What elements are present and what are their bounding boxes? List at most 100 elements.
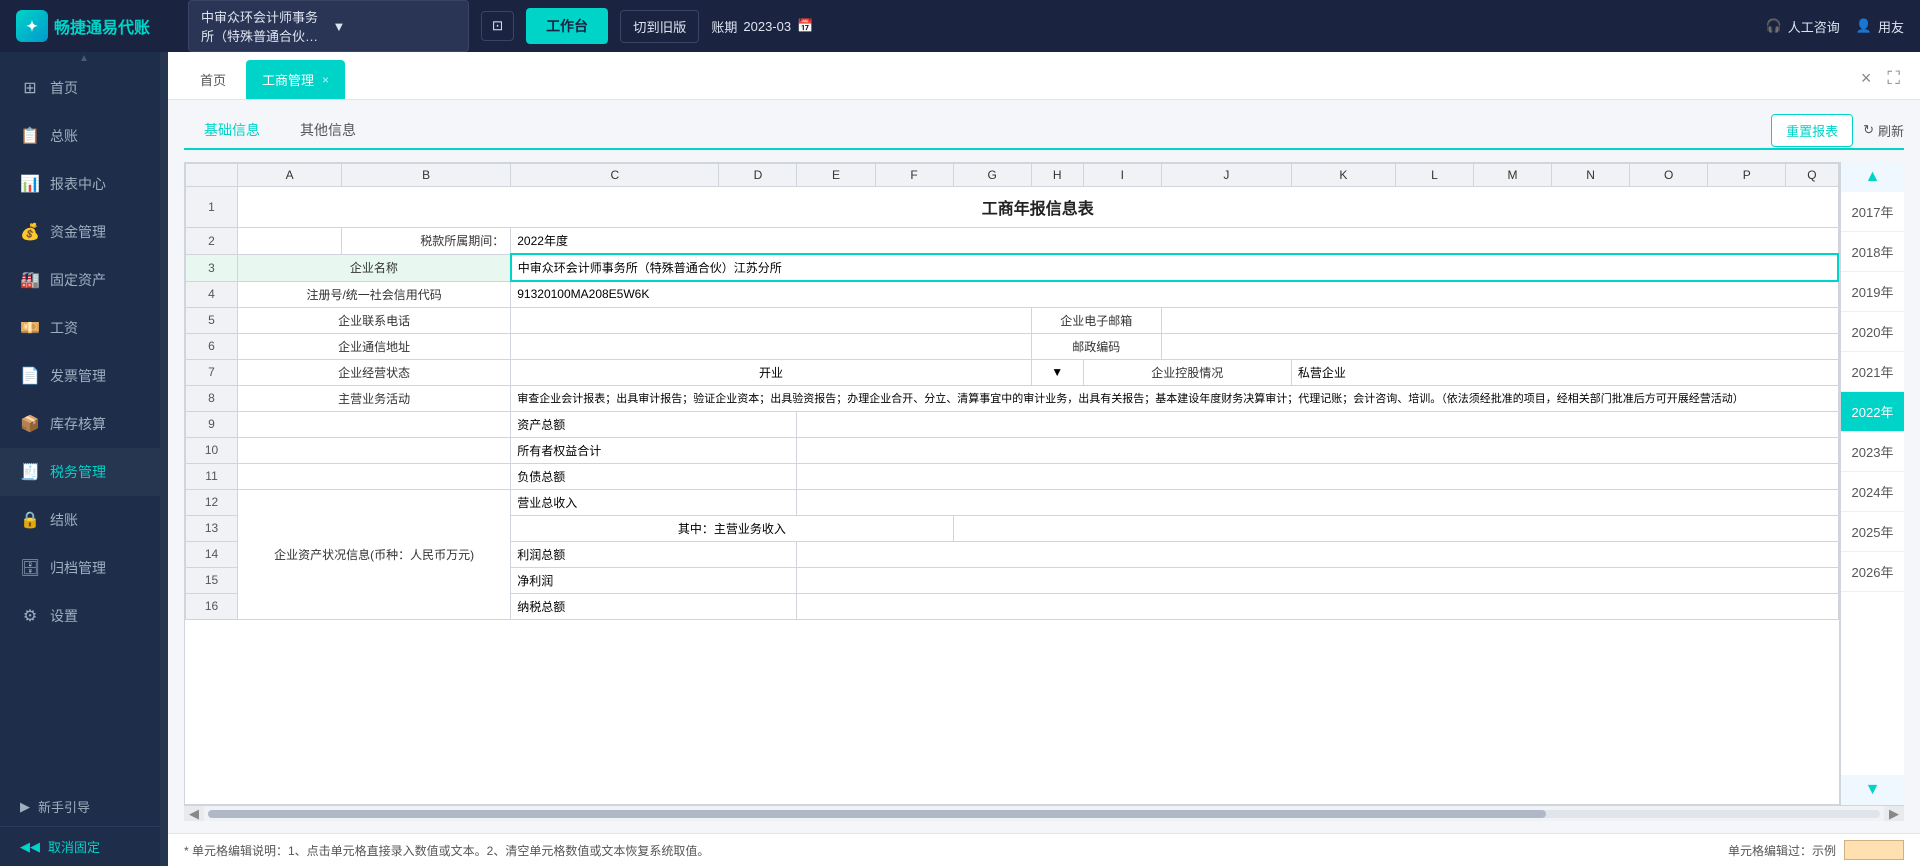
cell-14e[interactable] [797,541,1838,567]
cell-9ab [238,411,511,437]
year-item-2020[interactable]: 2020年 [1841,312,1904,352]
h-scroll-left-btn[interactable]: ◀ [184,806,204,821]
year-item-2026[interactable]: 2026年 [1841,552,1904,592]
cell-12e[interactable] [797,489,1838,515]
cell-7c[interactable]: 开业 [511,359,1031,385]
cancel-pin-item[interactable]: ◀◀ 取消固定 [0,826,168,866]
sidebar-item-home[interactable]: ⊞ 首页 [0,64,168,112]
row-num-14: 14 [186,541,238,567]
year-item-2021[interactable]: 2021年 [1841,352,1904,392]
cell-9c: 资产总额 [511,411,797,437]
h-scroll-thumb[interactable] [208,810,1546,818]
col-header-h: H [1031,164,1083,187]
spreadsheet-wrapper: A B C D E F G H I J K L [184,162,1904,805]
window-expand-button[interactable]: ⛶ [1883,64,1904,93]
row-num-13: 13 [186,515,238,541]
sidebar-item-report[interactable]: 📊 报表中心 [0,160,168,208]
col-header-p: P [1708,164,1786,187]
h-scroll-right-btn[interactable]: ▶ [1884,806,1904,821]
sidebar-item-invoice[interactable]: 📄 发票管理 [0,352,168,400]
sidebar-item-finance[interactable]: 💰 资金管理 [0,208,168,256]
row-num-6: 6 [186,333,238,359]
col-header-k: K [1291,164,1395,187]
row-num-11: 11 [186,463,238,489]
row-num-4: 4 [186,281,238,307]
close-account-icon: 🔒 [20,510,40,530]
spreadsheet-container[interactable]: A B C D E F G H I J K L [184,162,1840,805]
tab-home[interactable]: 首页 [184,60,242,99]
table-row: 2 税款所属期间： 2022年度 [186,228,1839,255]
sub-tab-other[interactable]: 其他信息 [280,112,376,150]
cell-6k[interactable] [1161,333,1838,359]
sidebar-item-asset[interactable]: 🏭 固定资产 [0,256,168,304]
sidebar-item-wage[interactable]: 💴 工资 [0,304,168,352]
corner-header [186,164,238,187]
cell-11e[interactable] [797,463,1838,489]
tax-icon: 🧾 [20,462,40,482]
col-header-n: N [1552,164,1630,187]
sidebar-item-inventory[interactable]: 📦 库存核算 [0,400,168,448]
new-guide-item[interactable]: ▶ 新手引导 [0,787,168,826]
col-header-c: C [511,164,719,187]
period-display: 账期 2023-03 📅 [711,17,813,36]
cell-4ab: 注册号/统一社会信用代码 [238,281,511,307]
company-selector[interactable]: 中审众环会计师事务所（特殊普通合伙… ▼ [188,0,469,52]
table-row: 3 企业名称 中审众环会计师事务所（特殊普通合伙）江苏分所 [186,254,1839,281]
year-item-2025[interactable]: 2025年 [1841,512,1904,552]
sidebar-item-ledger[interactable]: 📋 总账 [0,112,168,160]
tab-commerce[interactable]: 工商管理 × [246,60,345,99]
user-item[interactable]: 👤 用友 [1856,17,1904,36]
cancel-pin-label: 取消固定 [48,837,100,856]
sidebar-scroll-up[interactable]: ▲ [79,53,89,64]
horizontal-scrollbar[interactable]: ◀ ▶ [184,805,1904,821]
refresh-button[interactable]: ↻ 刷新 [1863,114,1904,147]
cell-12ab: 企业资产状况信息(币种：人民币万元) [238,489,511,619]
cell-8c[interactable]: 审查企业会计报表；出具审计报告；验证企业资本；出具验资报告；办理企业合开、分立、… [511,385,1838,411]
year-item-2018[interactable]: 2018年 [1841,232,1904,272]
row-num-15: 15 [186,567,238,593]
year-item-2017[interactable]: 2017年 [1841,192,1904,232]
cell-5c[interactable] [511,307,1031,333]
cell-2a [238,228,342,255]
archive-icon: 🗄 [20,558,40,578]
col-header-q: Q [1786,164,1838,187]
sub-tab-basic[interactable]: 基础信息 [184,112,280,150]
cell-6ab: 企业通信地址 [238,333,511,359]
service-item[interactable]: 🎧 人工咨询 [1766,17,1840,36]
sidebar-item-archive[interactable]: 🗄 归档管理 [0,544,168,592]
cell-3c[interactable]: 中审众环会计师事务所（特殊普通合伙）江苏分所 [511,254,1838,281]
cell-edit-hint: * 单元格编辑说明：1、点击单元格直接录入数值或文本。2、清空单元格数值或文本恢… [184,842,709,859]
year-item-2023[interactable]: 2023年 [1841,432,1904,472]
cell-9e[interactable] [797,411,1838,437]
asset-icon: 🏭 [20,270,40,290]
cell-13g[interactable] [953,515,1838,541]
inventory-icon: 📦 [20,414,40,434]
h-scroll-track[interactable] [208,810,1880,818]
workbench-button[interactable]: 工作台 [526,8,608,44]
period-value: 2023-03 [743,19,791,34]
headset-icon: 🎧 [1766,18,1782,34]
cell-10e[interactable] [797,437,1838,463]
cell-15c: 净利润 [511,567,797,593]
copy-button[interactable]: ⊡ [481,11,514,41]
year-item-2022[interactable]: 2022年 [1841,392,1904,432]
year-item-2024[interactable]: 2024年 [1841,472,1904,512]
window-close-button[interactable]: × [1857,64,1876,93]
old-version-button[interactable]: 切到旧版 [620,10,699,43]
tab-close-icon[interactable]: × [322,73,329,87]
reset-report-button[interactable]: 重置报表 [1771,114,1853,147]
sidebar-item-close[interactable]: 🔒 结账 [0,496,168,544]
period-label: 账期 [711,17,737,36]
sidebar-item-tax[interactable]: 🧾 税务管理 [0,448,168,496]
sidebar-item-settings[interactable]: ⚙ 设置 [0,592,168,640]
inner-content: 基础信息 其他信息 重置报表 ↻ 刷新 [168,100,1920,833]
year-panel-down[interactable]: ▼ [1841,775,1904,805]
cell-5k[interactable] [1161,307,1838,333]
cell-16e[interactable] [797,593,1838,619]
calendar-icon[interactable]: 📅 [797,18,813,34]
year-panel-up[interactable]: ▲ [1841,162,1904,192]
cell-6c[interactable] [511,333,1031,359]
cell-15e[interactable] [797,567,1838,593]
topbar-right: 🎧 人工咨询 👤 用友 [1766,17,1904,36]
year-item-2019[interactable]: 2019年 [1841,272,1904,312]
